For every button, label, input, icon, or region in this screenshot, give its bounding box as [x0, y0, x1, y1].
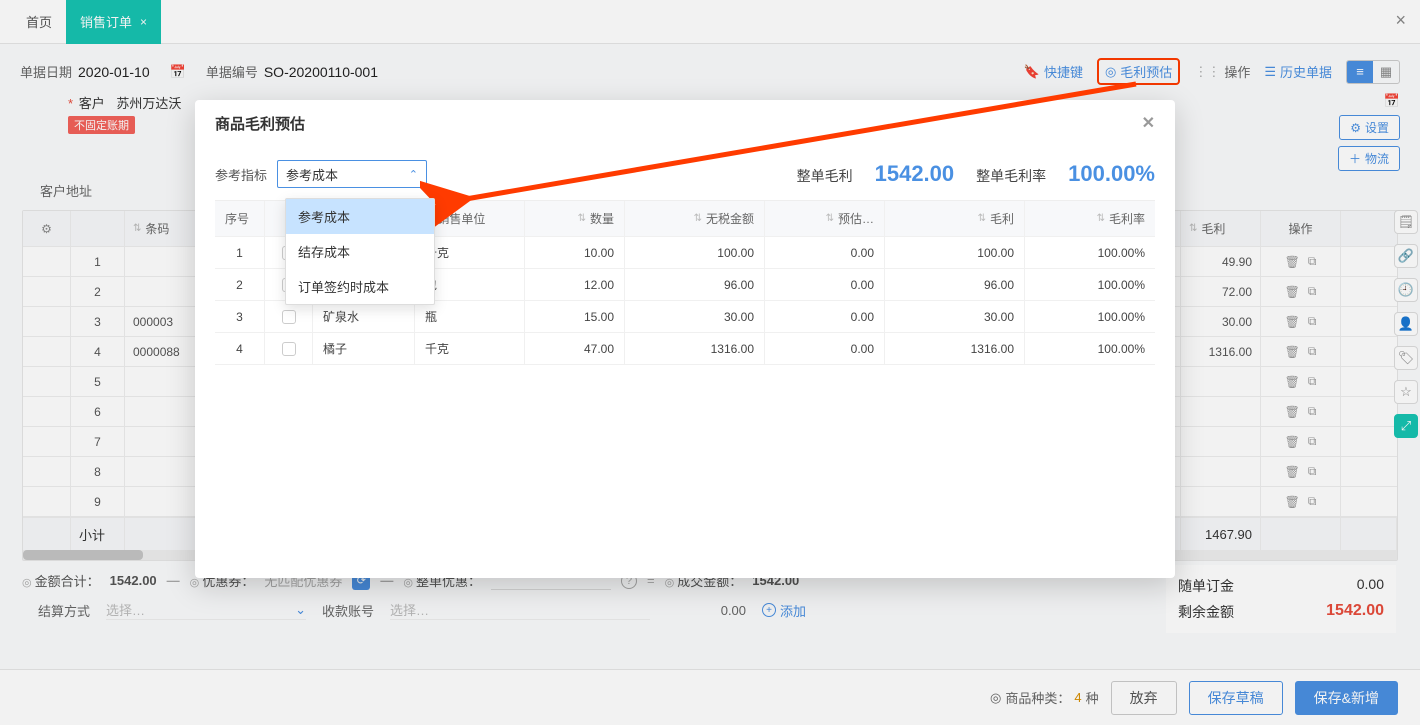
modal-close-icon[interactable]: ✕: [1142, 113, 1155, 133]
chevron-up-icon: ⌃: [409, 168, 418, 181]
ref-select[interactable]: 参考成本 ⌃: [277, 160, 427, 188]
total-rate-value: 100.00%: [1068, 161, 1155, 187]
table-row[interactable]: 3矿泉水瓶15.0030.000.0030.00100.00%: [215, 301, 1155, 333]
ref-label: 参考指标: [215, 165, 267, 184]
margin-estimate-modal: 商品毛利预估 ✕ 参考指标 参考成本 ⌃ 整单毛利 1542.00 整单毛利率 …: [195, 100, 1175, 578]
row-checkbox[interactable]: [282, 310, 296, 324]
col-est[interactable]: 预估…: [765, 201, 885, 236]
option-contract-cost[interactable]: 订单签约时成本: [286, 269, 434, 304]
total-margin-value: 1542.00: [875, 161, 955, 187]
row-checkbox[interactable]: [282, 342, 296, 356]
option-reference-cost[interactable]: 参考成本: [286, 199, 434, 234]
col-seq[interactable]: 序号: [215, 201, 265, 236]
modal-title: 商品毛利预估: [215, 113, 305, 134]
total-rate-label: 整单毛利率: [976, 166, 1046, 186]
col-qty[interactable]: 数量: [525, 201, 625, 236]
col-rate[interactable]: 毛利率: [1025, 201, 1155, 236]
table-row[interactable]: 4橘子千克47.001316.000.001316.00100.00%: [215, 333, 1155, 365]
col-profit[interactable]: 毛利: [885, 201, 1025, 236]
total-margin-label: 整单毛利: [797, 166, 853, 186]
ref-dropdown: 参考成本 结存成本 订单签约时成本: [285, 198, 435, 305]
option-carry-cost[interactable]: 结存成本: [286, 234, 434, 269]
col-notax[interactable]: 无税金额: [625, 201, 765, 236]
